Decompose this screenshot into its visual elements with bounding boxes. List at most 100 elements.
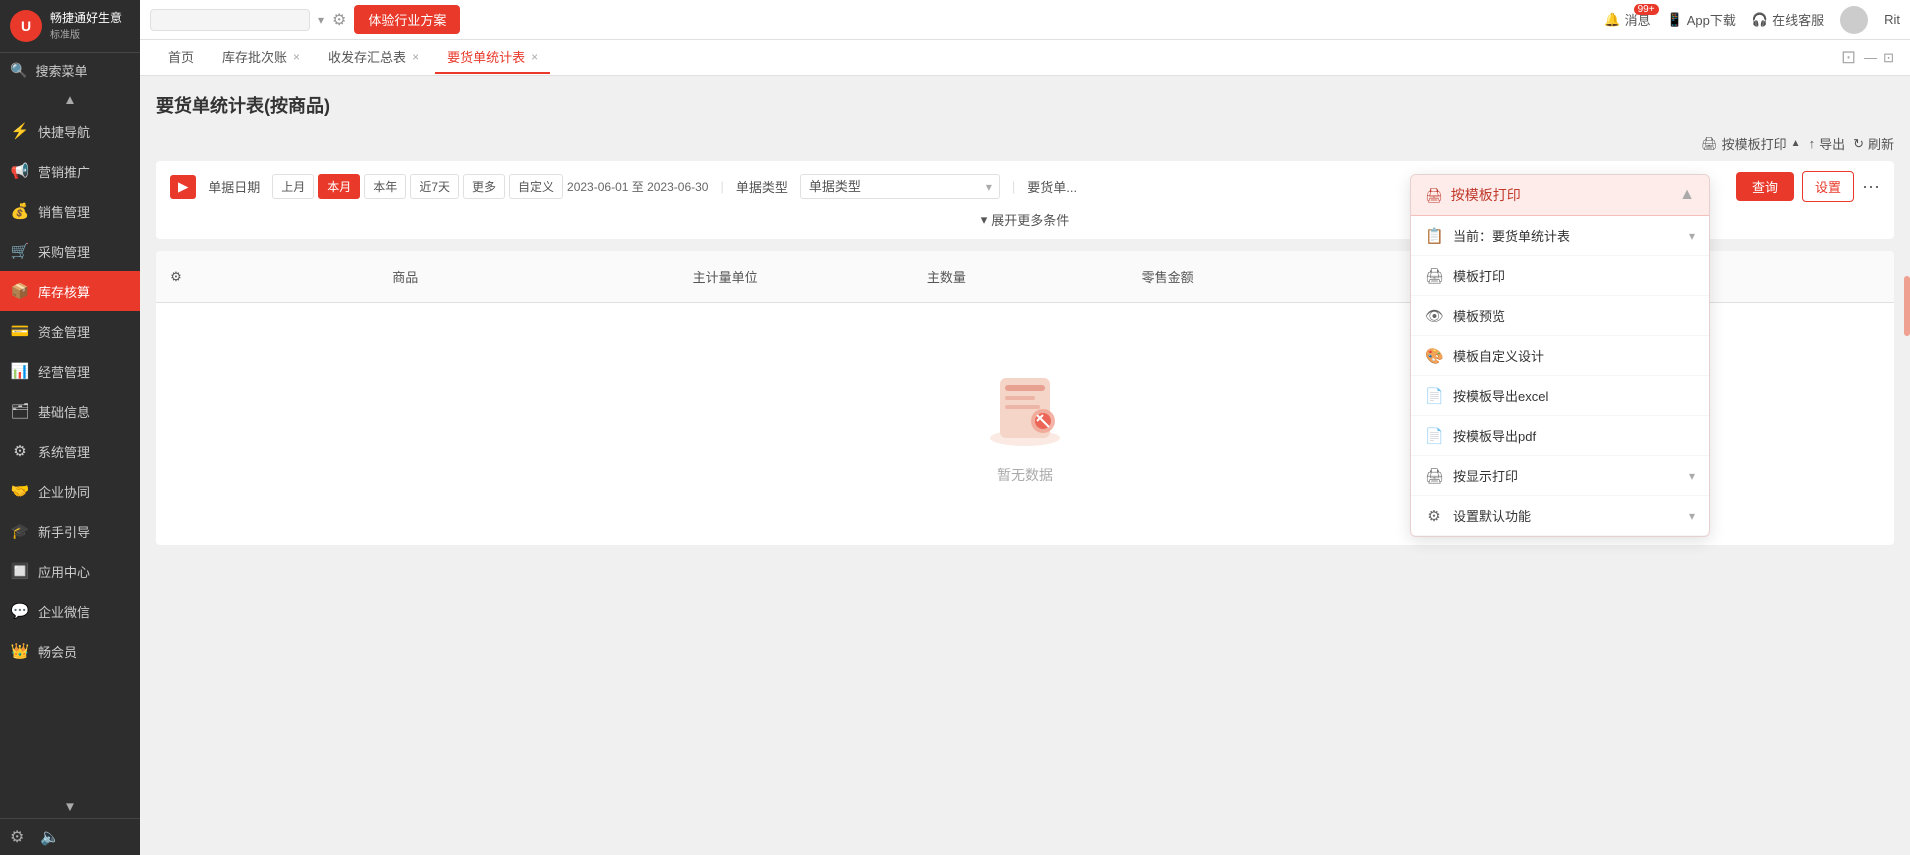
tab-expand-btn[interactable]: ⊡ <box>1841 47 1856 68</box>
refresh-icon: ↻ <box>1853 136 1864 152</box>
topbar-search-input[interactable] <box>150 9 310 31</box>
service-btn[interactable]: 🎧 在线客服 <box>1752 10 1824 29</box>
sidebar-item-sales[interactable]: 💰 销售管理 <box>0 191 140 231</box>
window-minimize-icon[interactable]: — <box>1864 50 1877 65</box>
topbar: ▾ ⚙ 体验行业方案 🔔 消息 99+ 📱 App下载 🎧 在线客服 Rit <box>140 0 1910 40</box>
tab-home[interactable]: 首页 <box>156 41 206 74</box>
sidebar-label-system: 系统管理 <box>38 442 90 461</box>
template-pdf-icon: 📄 <box>1425 427 1443 445</box>
more-btn[interactable]: ··· <box>1862 176 1880 197</box>
query-btn[interactable]: 查询 <box>1736 172 1794 201</box>
app-download-btn[interactable]: 📱 App下载 <box>1667 10 1736 29</box>
dropdown-header: 🖨 按模板打印 ▲ <box>1411 175 1709 216</box>
print-label: 按模板打印 <box>1722 134 1787 153</box>
username-label[interactable]: Rit <box>1884 12 1900 27</box>
export-label: 导出 <box>1819 134 1845 153</box>
sidebar-item-guide[interactable]: 🎓 新手引导 <box>0 511 140 551</box>
expand-conditions-btn[interactable]: ▾ 展开更多条件 <box>981 210 1070 229</box>
tab-inventory-batch[interactable]: 库存批次账 × <box>210 41 312 74</box>
filter-toggle-btn[interactable]: ▶ <box>170 175 196 199</box>
sidebar-label-marketing: 营销推广 <box>38 162 90 181</box>
sidebar-icon-member: 👑 <box>10 641 30 661</box>
dropdown-item-template-pdf[interactable]: 📄 按模板导出pdf <box>1411 416 1709 456</box>
user-avatar[interactable] <box>1840 6 1868 34</box>
dropdown-current-icon: 📋 <box>1425 227 1443 245</box>
tab-inventory-batch-label: 库存批次账 <box>222 47 287 66</box>
sidebar-item-marketing[interactable]: 📢 营销推广 <box>0 151 140 191</box>
type-filter-label: 单据类型 <box>736 177 788 196</box>
tab-order-stats[interactable]: 要货单统计表 × <box>435 41 550 74</box>
sidebar-icon-purchase: 🛒 <box>10 241 30 261</box>
dropdown-item-template-design[interactable]: 🎨 模板自定义设计 <box>1411 336 1709 376</box>
template-print-icon: 🖨 <box>1425 267 1443 285</box>
print-btn[interactable]: 🖨 按模板打印 ▲ <box>1701 134 1800 153</box>
scroll-down-btn[interactable]: ▼ <box>0 795 140 818</box>
sidebar-icon-apps: 🔲 <box>10 561 30 581</box>
sidebar-item-enterprise[interactable]: 🤝 企业协同 <box>0 471 140 511</box>
topbar-gear-icon[interactable]: ⚙ <box>332 10 346 30</box>
tab-receipt-summary-close[interactable]: × <box>412 50 419 64</box>
date-btn-this-month[interactable]: 本月 <box>318 174 360 199</box>
dropdown-item-template-excel[interactable]: 📄 按模板导出excel <box>1411 376 1709 416</box>
sidebar-icon-enterprise: 🤝 <box>10 481 30 501</box>
type-filter-select[interactable]: 单据类型 <box>800 174 1000 199</box>
setting-btn[interactable]: 设置 <box>1802 171 1854 202</box>
notice-btn[interactable]: 🔔 消息 99+ <box>1604 10 1650 29</box>
dropdown-default-func[interactable]: ⚙ 设置默认功能 ▾ <box>1411 496 1709 536</box>
dropdown-item-template-preview[interactable]: 👁 模板预览 <box>1411 296 1709 336</box>
date-btn-custom[interactable]: 自定义 <box>509 174 563 199</box>
sidebar-item-purchase[interactable]: 🛒 采购管理 <box>0 231 140 271</box>
sidebar-item-inventory[interactable]: 📦 库存核算 <box>0 271 140 311</box>
sidebar-icon-sales: 💰 <box>10 201 30 221</box>
sidebar-label-sales: 销售管理 <box>38 202 90 221</box>
sidebar-item-quick-nav[interactable]: ⚡ 快捷导航 <box>0 111 140 151</box>
settings-bottom-icon[interactable]: ⚙ <box>10 827 24 847</box>
logo-icon: U <box>10 10 42 42</box>
sidebar-item-operation[interactable]: 📊 经营管理 <box>0 351 140 391</box>
col-settings[interactable]: ⚙ <box>156 261 196 293</box>
scroll-indicator[interactable] <box>1904 276 1910 336</box>
dropdown-close-btn[interactable]: ▲ <box>1679 186 1695 204</box>
tabs-bar: 首页 库存批次账 × 收发存汇总表 × 要货单统计表 × ⊡ — ⊡ <box>140 40 1910 76</box>
date-btn-more[interactable]: 更多 <box>463 174 505 199</box>
col-qty: 主数量 <box>836 259 1057 294</box>
tab-inventory-batch-close[interactable]: × <box>293 50 300 64</box>
col-amount: 零售金额 <box>1057 259 1278 294</box>
sidebar-icon-operation: 📊 <box>10 361 30 381</box>
refresh-btn[interactable]: ↻ 刷新 <box>1853 134 1894 153</box>
date-btn-last-month[interactable]: 上月 <box>272 174 314 199</box>
sidebar-label-operation: 经营管理 <box>38 362 90 381</box>
template-excel-label: 按模板导出excel <box>1453 386 1548 405</box>
dropdown-display-print[interactable]: 🖨 按显示打印 ▾ <box>1411 456 1709 496</box>
sidebar-icon-quick-nav: ⚡ <box>10 121 30 141</box>
topbar-dropdown-arrow[interactable]: ▾ <box>318 13 324 27</box>
tab-receipt-summary[interactable]: 收发存汇总表 × <box>316 41 431 74</box>
sidebar-label-member: 畅会员 <box>38 642 77 661</box>
dropdown-current-item[interactable]: 📋 当前：要货单统计表 ▾ <box>1411 216 1709 256</box>
sidebar-label-inventory: 库存核算 <box>38 282 90 301</box>
sidebar-item-basic[interactable]: 🗂 基础信息 <box>0 391 140 431</box>
dropdown-item-template-print[interactable]: 🖨 模板打印 <box>1411 256 1709 296</box>
sidebar-item-system[interactable]: ⚙ 系统管理 <box>0 431 140 471</box>
expand-label: 展开更多条件 <box>991 210 1069 229</box>
speaker-icon[interactable]: 🔈 <box>40 827 60 847</box>
export-btn[interactable]: ↑ 导出 <box>1809 134 1846 153</box>
date-btn-this-year[interactable]: 本年 <box>364 174 406 199</box>
window-maximize-icon[interactable]: ⊡ <box>1883 50 1894 66</box>
display-print-icon: 🖨 <box>1425 467 1443 485</box>
sidebar-item-apps[interactable]: 🔲 应用中心 <box>0 551 140 591</box>
filter-divider-2: | <box>1012 179 1015 194</box>
search-menu[interactable]: 🔍 搜索菜单 <box>0 53 140 88</box>
template-print-label: 模板打印 <box>1453 266 1505 285</box>
tab-order-stats-label: 要货单统计表 <box>447 47 525 66</box>
template-excel-icon: 📄 <box>1425 387 1443 405</box>
scroll-up-btn[interactable]: ▲ <box>0 88 140 111</box>
sidebar-item-finance[interactable]: 💳 资金管理 <box>0 311 140 351</box>
tab-order-stats-close[interactable]: × <box>531 50 538 64</box>
mobile-icon: 📱 <box>1667 12 1683 28</box>
date-btn-7days[interactable]: 近7天 <box>410 174 459 199</box>
sidebar-item-member[interactable]: 👑 畅会员 <box>0 631 140 671</box>
sidebar-item-wechat[interactable]: 💬 企业微信 <box>0 591 140 631</box>
col-unit: 主计量单位 <box>615 259 836 294</box>
trial-btn[interactable]: 体验行业方案 <box>354 5 460 34</box>
